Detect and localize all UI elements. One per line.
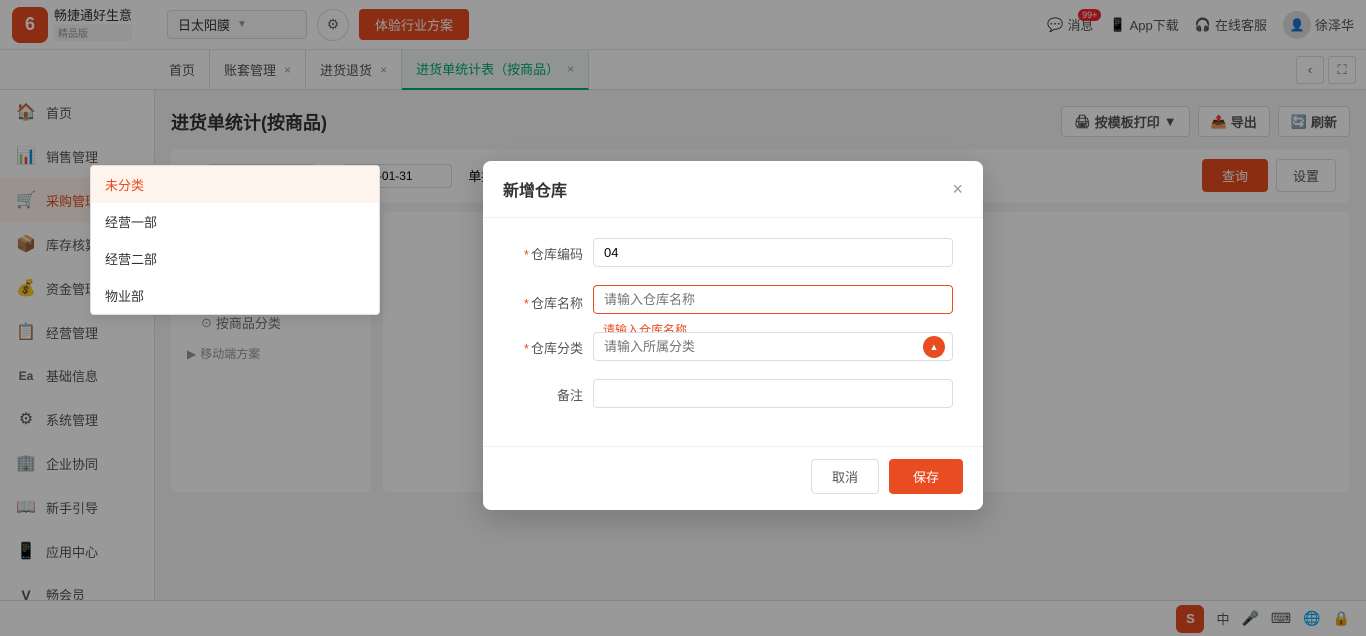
category-arrow-icon[interactable] xyxy=(923,335,945,357)
modal-body: 仓库编码 仓库名称 请输入仓库名称 仓库分类 备注 xyxy=(483,218,983,446)
notes-form-row: 备注 xyxy=(513,379,953,408)
modal-footer: 取消 保存 xyxy=(483,446,983,510)
category-form-row: 仓库分类 xyxy=(513,332,953,361)
notes-input[interactable] xyxy=(593,379,953,408)
warehouse-code-input[interactable] xyxy=(593,238,953,267)
category-label: 仓库分类 xyxy=(513,332,593,357)
modal-header: 新增仓库 × xyxy=(483,161,983,218)
save-button[interactable]: 保存 xyxy=(889,459,963,494)
category-select-wrapper xyxy=(593,332,953,361)
dropdown-option-property[interactable]: 物业部 xyxy=(91,277,379,314)
notes-label: 备注 xyxy=(513,379,593,404)
cancel-button[interactable]: 取消 xyxy=(811,459,879,494)
modal-close-button[interactable]: × xyxy=(952,180,963,198)
category-input[interactable] xyxy=(593,332,953,361)
dropdown-option-dept1[interactable]: 经营一部 xyxy=(91,203,379,240)
modal-title: 新增仓库 xyxy=(503,177,567,201)
code-label: 仓库编码 xyxy=(513,238,593,263)
dropdown-option-dept2[interactable]: 经营二部 xyxy=(91,240,379,277)
category-dropdown: 未分类 经营一部 经营二部 物业部 xyxy=(90,165,380,315)
warehouse-name-input[interactable] xyxy=(593,285,953,314)
name-form-row: 仓库名称 请输入仓库名称 xyxy=(513,285,953,314)
name-label: 仓库名称 xyxy=(513,287,593,312)
code-form-row: 仓库编码 xyxy=(513,238,953,267)
dropdown-option-uncategorized[interactable]: 未分类 xyxy=(91,166,379,203)
add-warehouse-modal: 新增仓库 × 仓库编码 仓库名称 请输入仓库名称 仓库分类 备注 xyxy=(483,161,983,510)
